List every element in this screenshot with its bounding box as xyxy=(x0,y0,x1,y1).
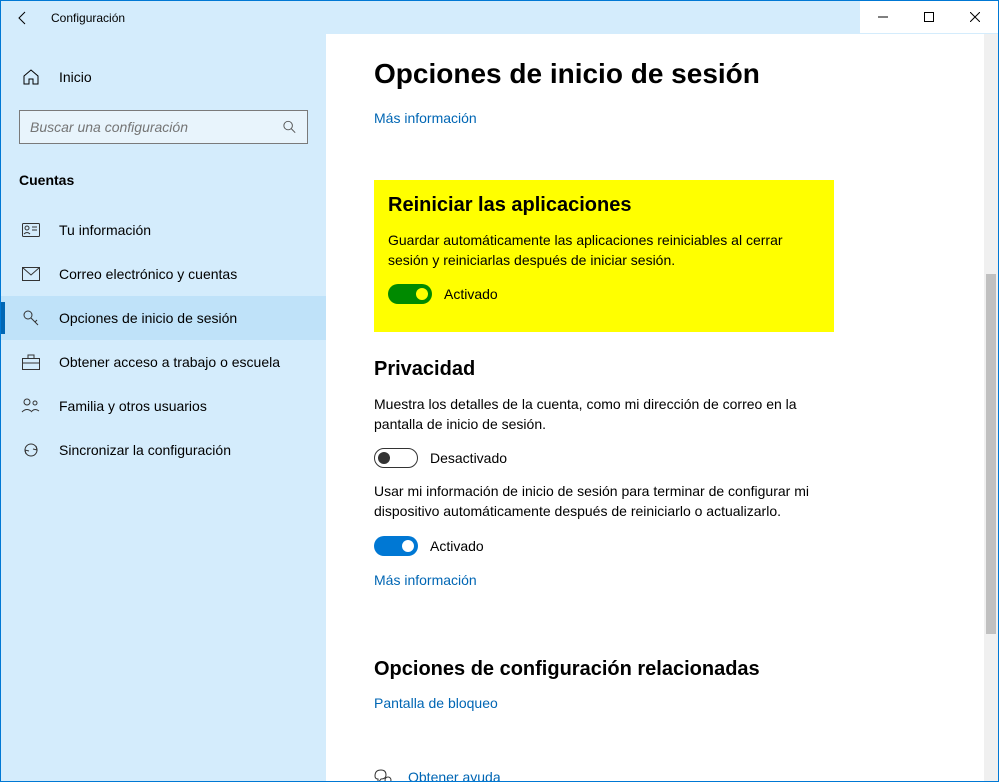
sync-icon xyxy=(21,441,41,459)
sidebar-item-label: Familia y otros usuarios xyxy=(59,398,207,414)
scrollbar[interactable] xyxy=(984,34,998,781)
lock-screen-link[interactable]: Pantalla de bloqueo xyxy=(374,695,498,711)
home-label: Inicio xyxy=(59,69,92,85)
sidebar-section-header: Cuentas xyxy=(1,144,326,194)
sidebar-item-work-school[interactable]: Obtener acceso a trabajo o escuela xyxy=(1,340,326,384)
search-input[interactable] xyxy=(19,110,308,144)
maximize-button[interactable] xyxy=(906,1,952,33)
home-nav[interactable]: Inicio xyxy=(1,58,326,96)
privacy-desc2: Usar mi información de inicio de sesión … xyxy=(374,482,844,521)
close-icon xyxy=(970,12,980,22)
privacy-signin-info-toggle[interactable] xyxy=(374,536,418,556)
mail-icon xyxy=(21,267,41,281)
restart-apps-section: Reiniciar las aplicaciones Guardar autom… xyxy=(374,180,834,332)
sidebar-item-label: Opciones de inicio de sesión xyxy=(59,310,237,326)
minimize-icon xyxy=(878,12,888,22)
privacy-heading: Privacidad xyxy=(374,358,958,381)
sidebar-item-signin-options[interactable]: Opciones de inicio de sesión xyxy=(1,296,326,340)
sidebar-item-sync[interactable]: Sincronizar la configuración xyxy=(1,428,326,472)
person-card-icon xyxy=(21,223,41,237)
get-help-link[interactable]: Obtener ayuda xyxy=(408,769,501,781)
sidebar-item-label: Sincronizar la configuración xyxy=(59,442,231,458)
sidebar-item-label: Correo electrónico y cuentas xyxy=(59,266,237,282)
content-pane: Opciones de inicio de sesión Más informa… xyxy=(326,34,998,781)
sidebar-item-your-info[interactable]: Tu información xyxy=(1,208,326,252)
restart-apps-desc: Guardar automáticamente las aplicaciones… xyxy=(388,231,820,270)
sidebar: Inicio Cuentas Tu información Correo ele… xyxy=(1,34,326,781)
privacy-desc1: Muestra los detalles de la cuenta, como … xyxy=(374,395,844,434)
key-icon xyxy=(21,309,41,327)
restart-apps-toggle[interactable] xyxy=(388,284,432,304)
people-icon xyxy=(21,398,41,414)
scrollbar-thumb[interactable] xyxy=(986,274,996,634)
sidebar-item-label: Tu información xyxy=(59,222,151,238)
search-icon xyxy=(282,119,297,135)
close-button[interactable] xyxy=(952,1,998,33)
restart-apps-state: Activado xyxy=(444,286,498,302)
help-icon xyxy=(374,769,394,781)
minimize-button[interactable] xyxy=(860,1,906,33)
arrow-left-icon xyxy=(15,10,31,26)
maximize-icon xyxy=(924,12,934,22)
privacy-more-info-link[interactable]: Más información xyxy=(374,572,477,588)
briefcase-icon xyxy=(21,354,41,370)
sidebar-item-label: Obtener acceso a trabajo o escuela xyxy=(59,354,280,370)
privacy-state2: Activado xyxy=(430,538,484,554)
page-title: Opciones de inicio de sesión xyxy=(374,58,958,90)
back-button[interactable] xyxy=(1,1,45,34)
privacy-state1: Desactivado xyxy=(430,450,507,466)
privacy-account-details-toggle[interactable] xyxy=(374,448,418,468)
sidebar-item-family[interactable]: Familia y otros usuarios xyxy=(1,384,326,428)
search-field[interactable] xyxy=(30,119,282,135)
related-heading: Opciones de configuración relacionadas xyxy=(374,658,958,681)
window-title: Configuración xyxy=(51,11,125,25)
related-section: Opciones de configuración relacionadas P… xyxy=(374,658,958,731)
more-info-link[interactable]: Más información xyxy=(374,110,477,126)
restart-apps-heading: Reiniciar las aplicaciones xyxy=(388,194,820,217)
privacy-section: Privacidad Muestra los detalles de la cu… xyxy=(374,358,958,607)
sidebar-item-email-accounts[interactable]: Correo electrónico y cuentas xyxy=(1,252,326,296)
home-icon xyxy=(21,68,41,86)
